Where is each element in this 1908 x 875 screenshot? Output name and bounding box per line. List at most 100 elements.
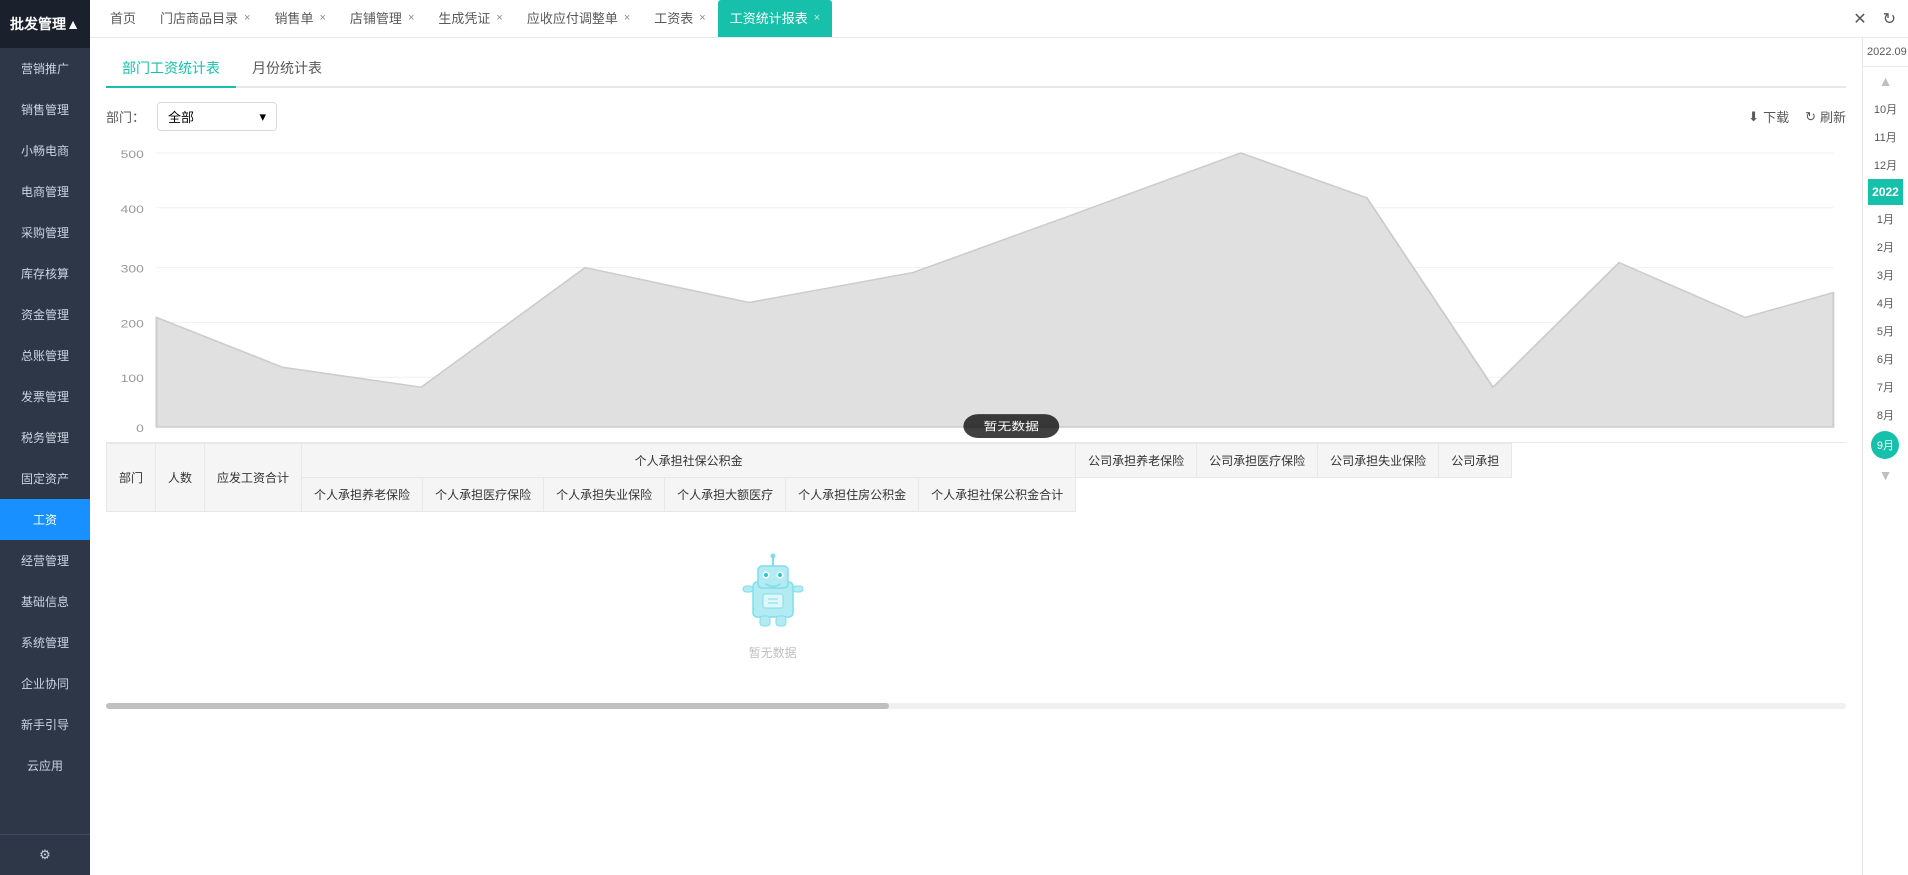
th-personal-housing: 个人承担住房公积金	[786, 478, 919, 512]
date-item-12月[interactable]: 12月	[1868, 151, 1903, 179]
date-item-1月[interactable]: 1月	[1868, 205, 1903, 233]
tab-close-5[interactable]: ×	[624, 12, 630, 24]
date-item-2022[interactable]: 2022	[1868, 179, 1903, 205]
download-icon: ⬇	[1748, 109, 1759, 125]
date-item-8月[interactable]: 8月	[1868, 401, 1903, 429]
chevron-down-icon: ▾	[259, 109, 266, 125]
sub-tab-1[interactable]: 月份统计表	[236, 50, 338, 88]
date-item-10月[interactable]: 10月	[1868, 95, 1903, 123]
toolbar-right: ⬇ 下载 ↻ 刷新	[1748, 107, 1846, 126]
th-personal-insurance-group: 个人承担社保公积金	[302, 444, 1076, 478]
sidebar-title: 批发管理	[10, 14, 66, 34]
sidebar-item-资金管理[interactable]: 资金管理	[0, 294, 90, 335]
tab-7[interactable]: 工资统计报表×	[718, 0, 832, 38]
empty-robot-icon	[733, 552, 813, 632]
download-button[interactable]: ⬇ 下载	[1748, 107, 1789, 126]
sidebar-item-新手引导[interactable]: 新手引导	[0, 704, 90, 745]
refresh-icon: ↻	[1805, 109, 1816, 125]
sub-tabs: 部门工资统计表月份统计表	[106, 50, 1846, 88]
th-total-salary: 应发工资合计	[205, 444, 302, 512]
data-table: 部门 人数 应发工资合计 个人承担社保公积金 公司承担养老保险 公司承担医疗保险…	[106, 443, 1512, 701]
th-personal-total: 个人承担社保公积金合计	[919, 478, 1076, 512]
refresh-button[interactable]: ↻	[1879, 5, 1900, 33]
date-item-2月[interactable]: 2月	[1868, 233, 1903, 261]
tab-0[interactable]: 首页	[98, 0, 148, 38]
sidebar-item-库存核算[interactable]: 库存核算	[0, 253, 90, 294]
tab-6[interactable]: 工资表×	[642, 0, 717, 38]
date-item-3月[interactable]: 3月	[1868, 261, 1903, 289]
tab-close-1[interactable]: ×	[244, 12, 250, 24]
svg-text:0: 0	[136, 422, 144, 434]
tab-label-1: 门店商品目录	[160, 8, 238, 27]
tab-4[interactable]: 生成凭证×	[426, 0, 514, 38]
tabs-bar: 首页门店商品目录×销售单×店铺管理×生成凭证×应收应付调整单×工资表×工资统计报…	[90, 0, 1908, 38]
tab-close-2[interactable]: ×	[319, 12, 325, 24]
tab-close-7[interactable]: ×	[814, 12, 820, 24]
download-label: 下载	[1763, 107, 1789, 126]
sidebar-item-小畅电商[interactable]: 小畅电商	[0, 130, 90, 171]
date-item-6月[interactable]: 6月	[1868, 345, 1903, 373]
table-container[interactable]: 部门 人数 应发工资合计 个人承担社保公积金 公司承担养老保险 公司承担医疗保险…	[106, 443, 1846, 863]
refresh-data-button[interactable]: ↻ 刷新	[1805, 107, 1846, 126]
sidebar-item-系统管理[interactable]: 系统管理	[0, 622, 90, 663]
sidebar-item-固定资产[interactable]: 固定资产	[0, 458, 90, 499]
chart-area: 500 400 300 200 100 0	[106, 143, 1846, 443]
date-nav-up[interactable]: ▲	[1872, 67, 1900, 95]
tab-label-5: 应收应付调整单	[527, 8, 618, 27]
sidebar: 批发管理 ▲ 营销推广销售管理小畅电商电商管理采购管理库存核算资金管理总账管理发…	[0, 0, 90, 875]
sidebar-item-营销推广[interactable]: 营销推广	[0, 48, 90, 89]
tab-1[interactable]: 门店商品目录 ×	[148, 0, 262, 38]
chart-svg: 500 400 300 200 100 0	[106, 143, 1846, 442]
th-personal-medical: 个人承担医疗保险	[423, 478, 544, 512]
sidebar-item-销售管理[interactable]: 销售管理	[0, 89, 90, 130]
sidebar-item-企业协同[interactable]: 企业协同	[0, 663, 90, 704]
panel: 部门工资统计表月份统计表 部门： 全部 ▾ ⬇ 下载	[90, 38, 1862, 875]
empty-state: 暂无数据	[107, 512, 1439, 701]
toolbar-left: 部门： 全部 ▾	[106, 102, 277, 131]
department-select[interactable]: 全部 ▾	[157, 102, 277, 131]
sidebar-item-采购管理[interactable]: 采购管理	[0, 212, 90, 253]
sidebar-item-税务管理[interactable]: 税务管理	[0, 417, 90, 458]
date-item-5月[interactable]: 5月	[1868, 317, 1903, 345]
tab-close-6[interactable]: ×	[699, 12, 705, 24]
department-label: 部门：	[106, 107, 145, 126]
th-department: 部门	[107, 444, 156, 512]
sidebar-settings[interactable]: ⚙	[0, 834, 90, 875]
date-item-7月[interactable]: 7月	[1868, 373, 1903, 401]
sidebar-item-电商管理[interactable]: 电商管理	[0, 171, 90, 212]
sidebar-item-总账管理[interactable]: 总账管理	[0, 335, 90, 376]
tab-close-3[interactable]: ×	[408, 12, 414, 24]
date-sidebar: 2022.09 ▲ 10月11月12月20221月2月3月4月5月6月7月8月9…	[1862, 38, 1908, 875]
date-nav-down[interactable]: ▼	[1872, 461, 1900, 489]
tab-label-0: 首页	[110, 8, 136, 27]
main-area: 首页门店商品目录×销售单×店铺管理×生成凭证×应收应付调整单×工资表×工资统计报…	[90, 0, 1908, 875]
sidebar-item-工资[interactable]: 工资	[0, 499, 90, 540]
date-item-9月[interactable]: 9月	[1871, 431, 1899, 459]
tab-2[interactable]: 销售单 ×	[262, 0, 337, 38]
tab-label-2: 销售单	[274, 8, 313, 27]
date-sidebar-header: 2022.09	[1863, 38, 1908, 67]
sidebar-item-基础信息[interactable]: 基础信息	[0, 581, 90, 622]
svg-text:暂无数据: 暂无数据	[984, 420, 1039, 433]
sidebar-item-发票管理[interactable]: 发票管理	[0, 376, 90, 417]
sidebar-item-经营管理[interactable]: 经营管理	[0, 540, 90, 581]
settings-icon: ⚙	[39, 847, 51, 862]
th-personal-unemployment: 个人承担失业保险	[544, 478, 665, 512]
svg-text:300: 300	[121, 263, 144, 275]
date-item-11月[interactable]: 11月	[1868, 123, 1903, 151]
sidebar-item-云应用[interactable]: 云应用	[0, 745, 90, 786]
th-company-other: 公司承担	[1439, 444, 1512, 478]
th-headcount: 人数	[156, 444, 205, 512]
svg-text:400: 400	[121, 203, 144, 215]
svg-text:200: 200	[121, 318, 144, 330]
tab-close-4[interactable]: ×	[496, 12, 502, 24]
th-company-medical: 公司承担医疗保险	[1197, 444, 1318, 478]
sidebar-collapse-icon[interactable]: ▲	[66, 16, 80, 32]
close-all-button[interactable]: ✕	[1849, 5, 1870, 33]
tab-5[interactable]: 应收应付调整单 ×	[515, 0, 642, 38]
tab-label-3: 店铺管理	[350, 8, 402, 27]
sub-tab-0[interactable]: 部门工资统计表	[106, 50, 236, 88]
date-item-4月[interactable]: 4月	[1868, 289, 1903, 317]
tab-3[interactable]: 店铺管理 ×	[338, 0, 426, 38]
sidebar-header[interactable]: 批发管理 ▲	[0, 0, 90, 48]
